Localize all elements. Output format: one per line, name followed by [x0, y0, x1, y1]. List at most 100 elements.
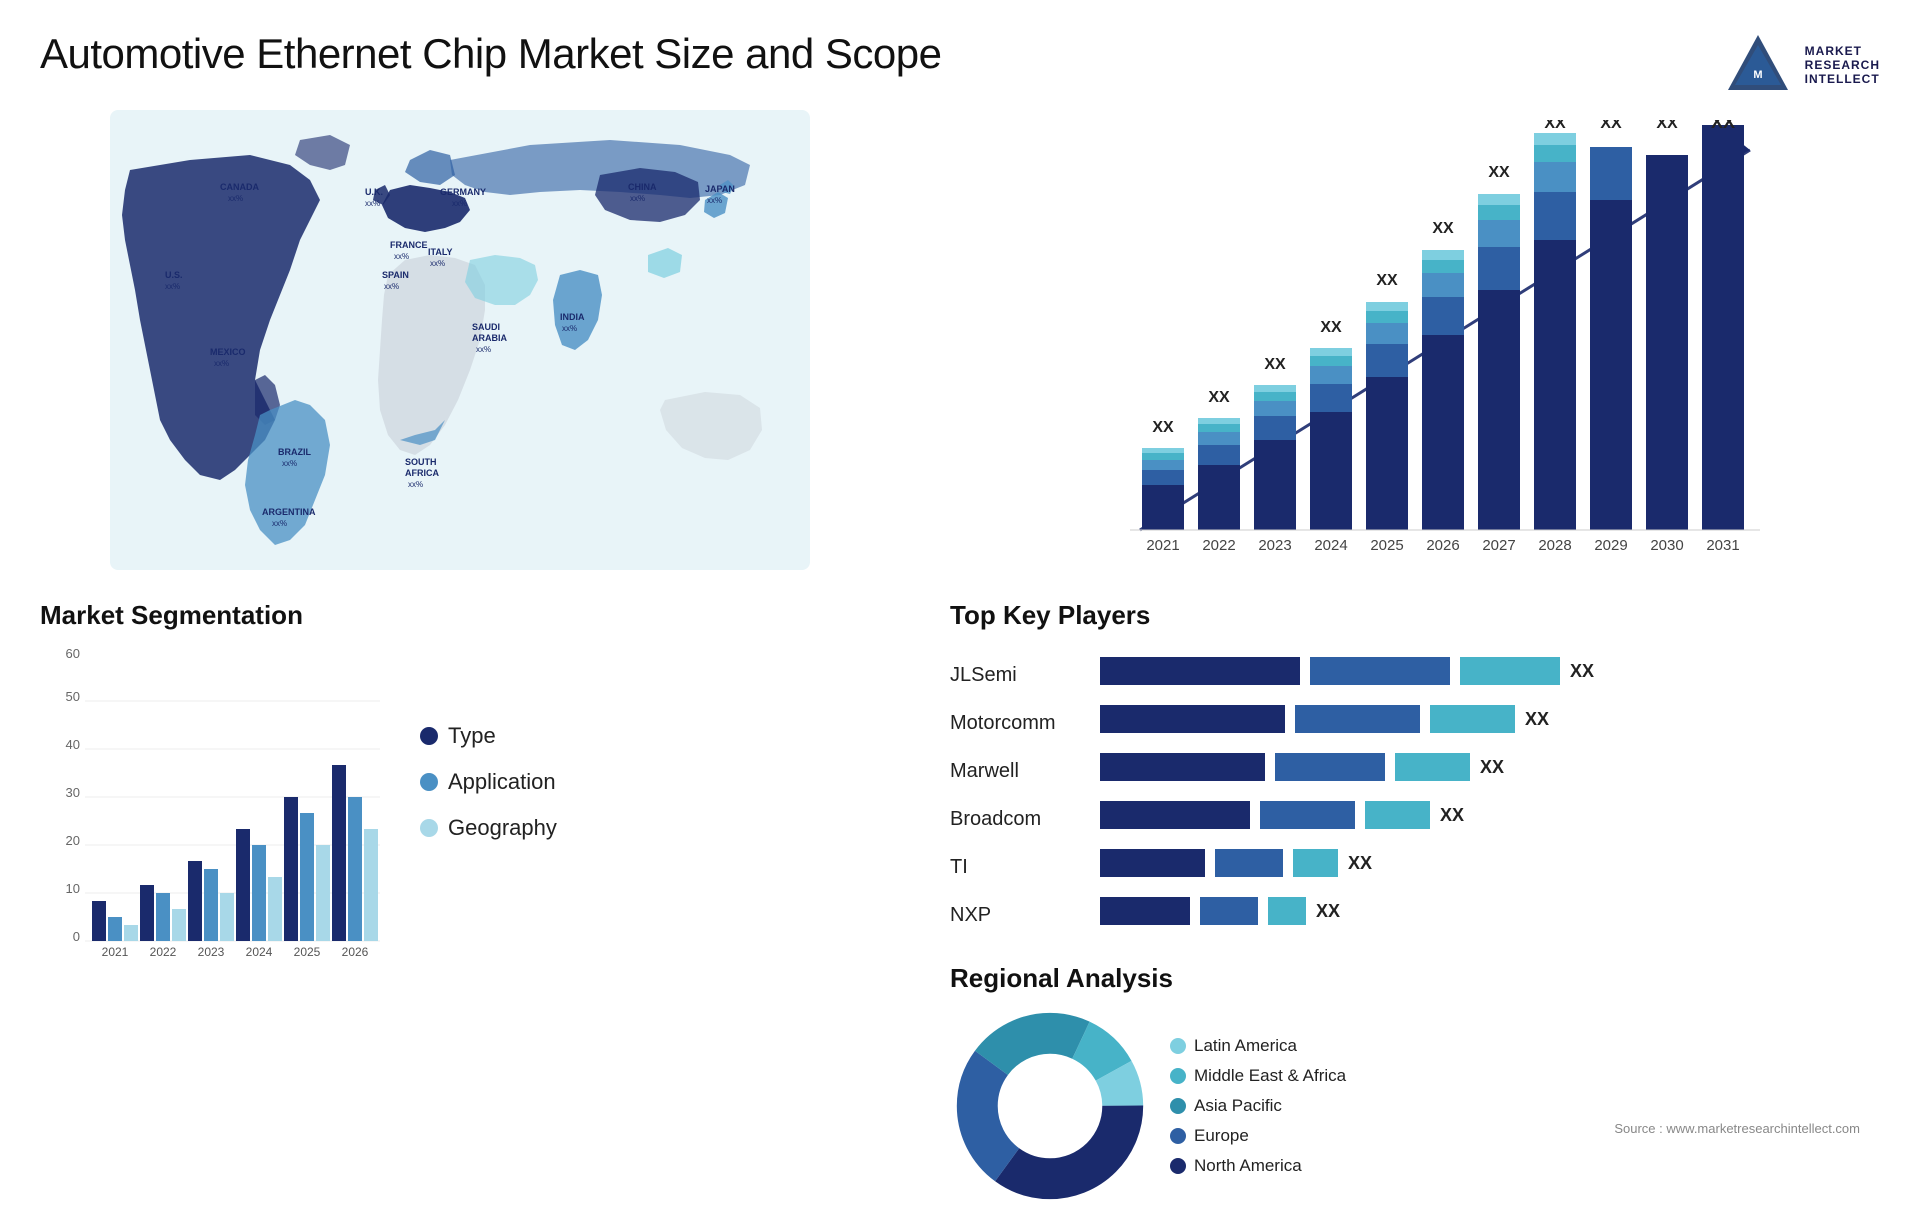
svg-text:2031: 2031	[1706, 537, 1739, 554]
svg-text:xx%: xx%	[452, 199, 467, 208]
svg-text:2024: 2024	[246, 945, 273, 959]
svg-text:SAUDI: SAUDI	[472, 322, 500, 332]
svg-text:2023: 2023	[1258, 537, 1291, 554]
svg-text:JAPAN: JAPAN	[705, 184, 735, 194]
player-name-4: TI	[950, 849, 1080, 885]
svg-text:xx%: xx%	[214, 359, 229, 368]
svg-text:BRAZIL: BRAZIL	[278, 447, 311, 457]
svg-text:2025: 2025	[294, 945, 321, 959]
reg-dot-mea	[1170, 1068, 1186, 1084]
svg-text:ARABIA: ARABIA	[472, 333, 507, 343]
svg-text:40: 40	[66, 737, 80, 752]
svg-text:60: 60	[66, 646, 80, 661]
svg-text:XX: XX	[1600, 120, 1622, 132]
svg-text:2024: 2024	[1314, 537, 1347, 554]
svg-text:U.K.: U.K.	[365, 187, 383, 197]
svg-text:ITALY: ITALY	[428, 247, 453, 257]
svg-text:30: 30	[66, 785, 80, 800]
svg-text:2027: 2027	[1482, 537, 1515, 554]
player-name-3: Broadcom	[950, 801, 1080, 837]
svg-text:50: 50	[66, 689, 80, 704]
svg-text:XX: XX	[1320, 319, 1342, 336]
svg-text:xx%: xx%	[562, 324, 577, 333]
svg-text:2026: 2026	[342, 945, 369, 959]
svg-text:AFRICA: AFRICA	[405, 468, 439, 478]
segmentation-chart: 0 10 20 30 40 50 60 2021	[40, 643, 400, 963]
logo-area: M MARKET RESEARCH INTELLECT	[1723, 30, 1880, 100]
svg-text:INDIA: INDIA	[560, 312, 585, 322]
reg-dot-eu	[1170, 1128, 1186, 1144]
svg-text:XX: XX	[1152, 419, 1174, 436]
world-map: CANADA xx% U.S. xx% MEXICO xx% BRAZIL xx…	[30, 110, 890, 570]
reg-dot-apac	[1170, 1098, 1186, 1114]
bar-chart-section: XX 2021 XX 2022 XX 2023 XX 20	[930, 110, 1920, 600]
svg-text:XX: XX	[1376, 272, 1398, 289]
svg-text:ARGENTINA: ARGENTINA	[262, 507, 316, 517]
player-name-2: Marwell	[950, 753, 1080, 789]
svg-text:GERMANY: GERMANY	[440, 187, 486, 197]
svg-text:2029: 2029	[1594, 537, 1627, 554]
legend-dot-geography	[420, 819, 438, 837]
svg-text:0: 0	[73, 929, 80, 944]
reg-dot-latin	[1170, 1038, 1186, 1054]
page-title: Automotive Ethernet Chip Market Size and…	[40, 30, 942, 78]
players-title: Top Key Players	[950, 600, 1920, 631]
svg-text:20: 20	[66, 833, 80, 848]
svg-text:2028: 2028	[1538, 537, 1571, 554]
reg-legend-latin: Latin America	[1170, 1036, 1346, 1056]
svg-text:2026: 2026	[1426, 537, 1459, 554]
svg-text:xx%: xx%	[165, 282, 180, 291]
legend-type: Type	[420, 723, 557, 749]
regional-section: Regional Analysis	[950, 963, 1920, 1206]
header: Automotive Ethernet Chip Market Size and…	[0, 0, 1920, 110]
legend-application: Application	[420, 769, 557, 795]
svg-text:SOUTH: SOUTH	[405, 457, 437, 467]
svg-text:XX: XX	[1264, 356, 1286, 373]
regional-title: Regional Analysis	[950, 963, 1920, 994]
segmentation-section: Market Segmentation 0 10 20 30 40 50 60	[30, 600, 930, 1160]
growth-bar-chart: XX 2021 XX 2022 XX 2023 XX 20	[950, 120, 1910, 580]
players-section: Top Key Players JLSemi Motorcomm Marwell…	[930, 600, 1920, 1160]
svg-text:xx%: xx%	[430, 259, 445, 268]
svg-text:xx%: xx%	[394, 252, 409, 261]
svg-text:XX: XX	[1208, 389, 1230, 406]
logo-text: MARKET RESEARCH INTELLECT	[1805, 44, 1880, 86]
svg-text:MEXICO: MEXICO	[210, 347, 246, 357]
source-text: Source : www.marketresearchintellect.com	[1614, 1121, 1860, 1136]
svg-text:xx%: xx%	[408, 480, 423, 489]
reg-legend-mea: Middle East & Africa	[1170, 1066, 1346, 1086]
svg-text:xx%: xx%	[630, 194, 645, 203]
player-name-1: Motorcomm	[950, 705, 1080, 741]
svg-text:2022: 2022	[150, 945, 177, 959]
svg-text:CANADA: CANADA	[220, 182, 259, 192]
player-name-0: JLSemi	[950, 657, 1080, 693]
svg-text:XX: XX	[1544, 120, 1566, 132]
svg-text:CHINA: CHINA	[628, 182, 657, 192]
svg-text:xx%: xx%	[282, 459, 297, 468]
svg-text:2021: 2021	[1146, 537, 1179, 554]
player-name-5: NXP	[950, 897, 1080, 933]
svg-text:XX: XX	[1711, 120, 1735, 132]
svg-text:U.S.: U.S.	[165, 270, 183, 280]
segmentation-title: Market Segmentation	[40, 600, 920, 631]
map-section: CANADA xx% U.S. xx% MEXICO xx% BRAZIL xx…	[30, 110, 930, 600]
svg-text:XX: XX	[1432, 220, 1454, 237]
svg-text:SPAIN: SPAIN	[382, 270, 409, 280]
svg-text:2023: 2023	[198, 945, 225, 959]
svg-text:2021: 2021	[102, 945, 129, 959]
svg-text:XX: XX	[1656, 120, 1678, 132]
svg-text:M: M	[1753, 69, 1762, 81]
reg-legend-apac: Asia Pacific	[1170, 1096, 1346, 1116]
svg-text:xx%: xx%	[707, 196, 722, 205]
reg-dot-na	[1170, 1158, 1186, 1174]
logo-icon: M	[1723, 30, 1793, 100]
svg-text:XX: XX	[1488, 164, 1510, 181]
reg-legend-eu: Europe	[1170, 1126, 1346, 1146]
svg-text:xx%: xx%	[476, 345, 491, 354]
svg-text:xx%: xx%	[365, 199, 380, 208]
svg-text:xx%: xx%	[384, 282, 399, 291]
svg-text:2030: 2030	[1650, 537, 1683, 554]
svg-text:2022: 2022	[1202, 537, 1235, 554]
donut-chart	[950, 1006, 1150, 1206]
svg-text:xx%: xx%	[228, 194, 243, 203]
